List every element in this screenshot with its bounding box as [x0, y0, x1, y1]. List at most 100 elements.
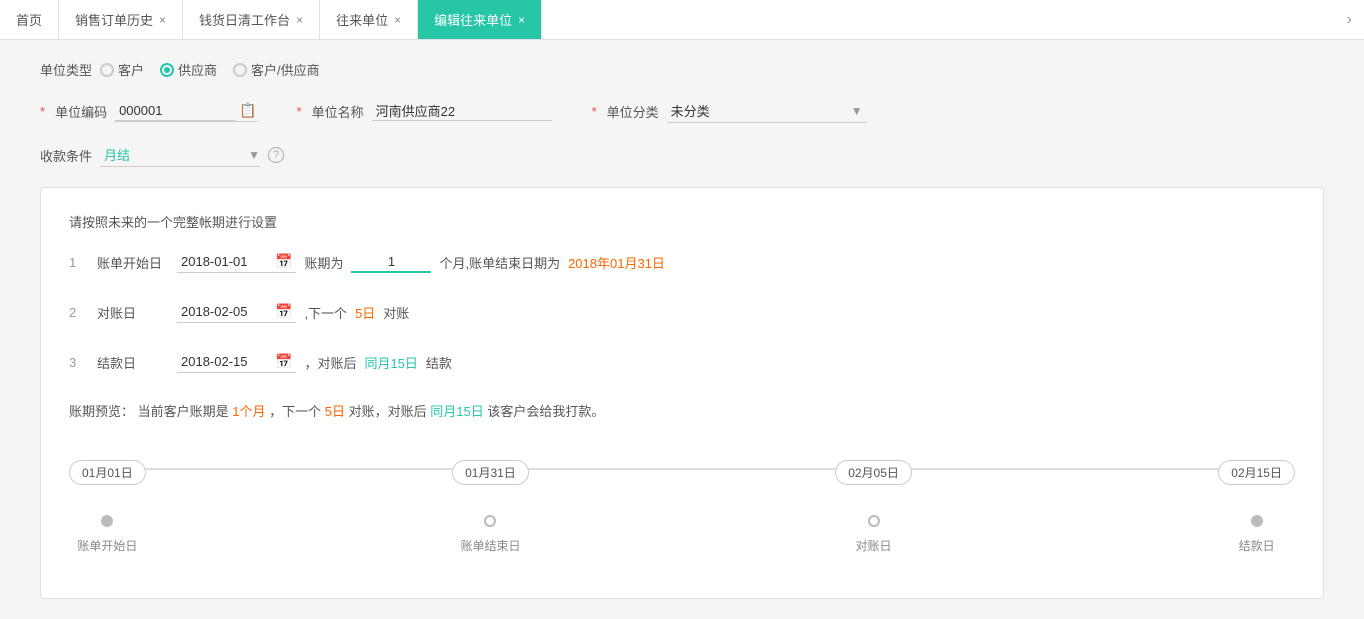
preview-mid2: 对账，对账后 [349, 404, 427, 419]
period-input[interactable] [351, 252, 431, 273]
preview-1: 1个月 [232, 404, 265, 419]
tab-expand-icon[interactable]: › [1335, 11, 1364, 29]
row-2-prefix: ,下一个 [304, 303, 347, 322]
timeline-node-3: 02月05日 对账日 [835, 460, 912, 554]
timeline: 01月01日 账单开始日 01月31日 账单结束日 02月05日 对账日 [69, 440, 1295, 574]
timeline-node-1: 01月01日 账单开始日 [69, 460, 146, 554]
tl-label-2: 账单结束日 [460, 537, 520, 554]
payment-value: 月结 [100, 143, 244, 166]
radio-customer[interactable]: 客户 [100, 60, 144, 79]
tab-partner-close[interactable]: × [394, 13, 401, 27]
unit-type-row: 单位类型 客户 供应商 客户/供应商 [40, 60, 1324, 79]
row-3-label: 结款日 [97, 353, 177, 372]
code-name-category-row: * 单位编码 📋 * 单位名称 * 单位分类 未分类 ▼ [40, 99, 1324, 123]
radio-both[interactable]: 客户/供应商 [233, 60, 320, 79]
tabs-bar: 首页 销售订单历史 × 钱货日清工作台 × 往来单位 × 编辑往来单位 × › [0, 0, 1364, 40]
radio-supplier-label: 供应商 [178, 60, 217, 79]
row-2-calendar-icon[interactable]: 📅 [275, 303, 292, 320]
payment-row: 收款条件 月结 ▼ ? [40, 143, 1324, 167]
setting-row-3: 3 结款日 📅 ，对账后 同月15日 结款 [69, 351, 1295, 373]
category-required: * [592, 104, 597, 119]
row-2-prefix-highlight: 5日 [355, 303, 375, 322]
card-title: 请按照未来的一个完整帐期进行设置 [69, 212, 1295, 231]
category-group: * 单位分类 未分类 ▼ [592, 99, 867, 123]
radio-both-label: 客户/供应商 [251, 60, 320, 79]
tab-edit-partner[interactable]: 编辑往来单位 × [418, 0, 542, 39]
row-3-num: 3 [69, 355, 97, 370]
tab-edit-partner-close[interactable]: × [518, 13, 525, 27]
row-1-num: 1 [69, 255, 97, 270]
radio-group: 客户 供应商 客户/供应商 [100, 60, 320, 79]
settings-card: 请按照未来的一个完整帐期进行设置 1 账单开始日 📅 账期为 个月,账单结束日期… [40, 187, 1324, 599]
radio-customer-label: 客户 [118, 60, 144, 79]
payment-dropdown[interactable]: 月结 ▼ [100, 143, 260, 167]
row-3-date-input: 📅 [177, 351, 296, 373]
name-required: * [297, 104, 302, 119]
code-label: 单位编码 [55, 102, 107, 121]
category-value: 未分类 [671, 101, 847, 120]
code-input[interactable] [115, 101, 235, 121]
timeline-node-2: 01月31日 账单结束日 [452, 460, 529, 554]
code-required: * [40, 104, 45, 119]
preview-3: 同月15日 [430, 404, 483, 419]
row-1-calendar-icon[interactable]: 📅 [275, 253, 292, 270]
preview-2: 5日 [325, 404, 345, 419]
preview-mid1: ，下一个 [269, 404, 321, 419]
page-content: 单位类型 客户 供应商 客户/供应商 * 单位编码 [0, 40, 1364, 619]
tl-dot-3 [868, 515, 880, 527]
code-group: * 单位编码 📋 [40, 101, 257, 122]
tab-sales-order-history-close[interactable]: × [159, 13, 166, 27]
code-calendar-icon[interactable]: 📋 [239, 102, 256, 119]
row-3-prefix: ，对账后 [304, 353, 356, 372]
row-1-label: 账单开始日 [97, 253, 177, 272]
timeline-node-4: 02月15日 结款日 [1218, 460, 1295, 554]
payment-label: 收款条件 [40, 146, 92, 165]
row-2-content: 📅 ,下一个 5日 对账 [177, 301, 409, 323]
tl-dot-4 [1251, 515, 1263, 527]
row-1-suffix-after: 个月,账单结束日期为 [439, 253, 560, 272]
tab-cash-work-close[interactable]: × [296, 13, 303, 27]
tl-badge-4: 02月15日 [1218, 460, 1295, 485]
row-3-content: 📅 ，对账后 同月15日 结款 [177, 351, 452, 373]
row-3-suffix: 结款 [426, 353, 452, 372]
tl-badge-3: 02月05日 [835, 460, 912, 485]
row-1-suffix-before: 账期为 [304, 253, 343, 272]
tl-dot-2 [484, 515, 496, 527]
preview-label: 账期预览： [69, 404, 134, 419]
row-2-date-field[interactable] [181, 304, 271, 319]
category-dropdown-arrow: ▼ [851, 104, 863, 118]
name-input[interactable] [372, 101, 552, 121]
tab-partner[interactable]: 往来单位 × [320, 0, 418, 39]
row-2-label: 对账日 [97, 303, 177, 322]
tl-label-1: 账单开始日 [77, 537, 137, 554]
radio-supplier[interactable]: 供应商 [160, 60, 217, 79]
row-1-date-field[interactable] [181, 254, 271, 269]
setting-row-1: 1 账单开始日 📅 账期为 个月,账单结束日期为 2018年01月31日 [69, 251, 1295, 273]
tl-badge-2: 01月31日 [452, 460, 529, 485]
tab-edit-partner-label: 编辑往来单位 [434, 10, 512, 29]
category-label: 单位分类 [607, 102, 659, 121]
radio-customer-circle [100, 63, 114, 77]
row-1-content: 📅 账期为 个月,账单结束日期为 2018年01月31日 [177, 251, 665, 273]
tab-cash-work[interactable]: 钱货日清工作台 × [183, 0, 320, 39]
name-label: 单位名称 [312, 102, 364, 121]
help-icon[interactable]: ? [268, 147, 284, 163]
tl-badge-1: 01月01日 [69, 460, 146, 485]
tl-label-4: 结款日 [1239, 537, 1275, 554]
radio-supplier-circle [160, 63, 174, 77]
tl-dot-1 [101, 515, 113, 527]
row-1-highlight: 2018年01月31日 [568, 253, 665, 272]
payment-dropdown-arrow: ▼ [248, 148, 260, 162]
tab-home[interactable]: 首页 [0, 0, 59, 39]
preview-text: 账期预览： 当前客户账期是 1个月 ，下一个 5日 对账，对账后 同月15日 该… [69, 401, 1295, 420]
row-2-date-input: 📅 [177, 301, 296, 323]
tab-sales-order-history-label: 销售订单历史 [75, 10, 153, 29]
timeline-nodes: 01月01日 账单开始日 01月31日 账单结束日 02月05日 对账日 [69, 460, 1295, 554]
tab-sales-order-history[interactable]: 销售订单历史 × [59, 0, 183, 39]
row-3-date-field[interactable] [181, 354, 271, 369]
row-3-calendar-icon[interactable]: 📅 [275, 353, 292, 370]
radio-both-circle [233, 63, 247, 77]
tab-home-label: 首页 [16, 10, 42, 29]
name-group: * 单位名称 [297, 101, 552, 121]
category-dropdown[interactable]: 未分类 ▼ [667, 99, 867, 123]
